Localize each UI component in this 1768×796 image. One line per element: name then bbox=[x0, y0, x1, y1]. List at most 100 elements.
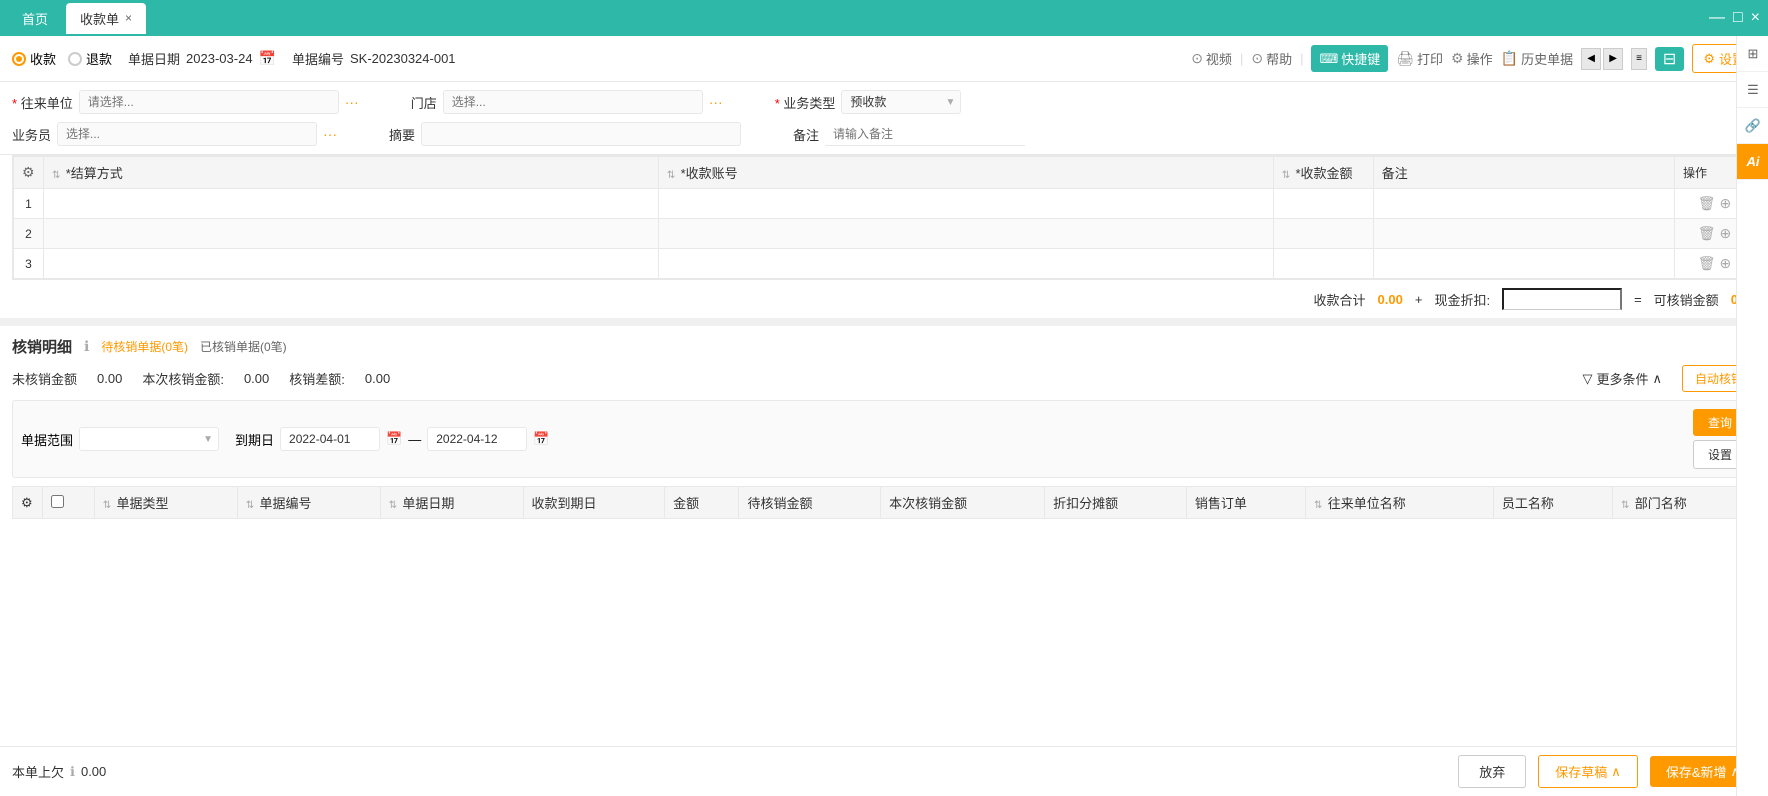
bt-gear-icon[interactable]: ⚙ bbox=[21, 495, 33, 510]
discount-label: 现金折扣: bbox=[1434, 290, 1490, 309]
tab-home[interactable]: 首页 bbox=[8, 3, 62, 34]
save-draft-button[interactable]: 保存草稿 ∧ bbox=[1538, 755, 1638, 788]
row-3-account[interactable] bbox=[658, 249, 1273, 279]
row-3-amount[interactable] bbox=[1273, 249, 1373, 279]
bt-th-type: ⇅ 单据类型 bbox=[94, 487, 237, 519]
table-row: 2 🗑 ⊕ bbox=[14, 219, 1755, 249]
row-2-remark[interactable] bbox=[1373, 219, 1674, 249]
unreconciled-value: 0.00 bbox=[97, 371, 122, 386]
store-ellipsis[interactable]: ··· bbox=[709, 94, 723, 110]
sort-number-icon: ⇅ bbox=[246, 500, 254, 511]
biz-type-label: * 业务类型 bbox=[775, 93, 836, 112]
calendar-icon[interactable]: 📅 bbox=[259, 50, 276, 67]
row-1-remark[interactable] bbox=[1373, 189, 1674, 219]
row-3-settlement[interactable] bbox=[44, 249, 659, 279]
summary-input[interactable] bbox=[421, 122, 741, 146]
sidebar-icon-3[interactable]: 🔗 bbox=[1737, 108, 1768, 144]
bt-th-dept: ⇅ 部门名称 bbox=[1613, 487, 1756, 519]
th-gear: ⚙ bbox=[14, 157, 44, 189]
number-field: 单据编号 SK-20230324-001 bbox=[292, 49, 456, 68]
partner-ellipsis[interactable]: ··· bbox=[345, 94, 359, 110]
bt-th-discount: 折扣分摊额 bbox=[1045, 487, 1187, 519]
shortcut-action[interactable]: ⌨ 快捷键 bbox=[1311, 45, 1388, 72]
table-row: 3 🗑 ⊕ bbox=[14, 249, 1755, 279]
date-dash: — bbox=[408, 432, 421, 447]
row-1-copy-icon[interactable]: ⊕ bbox=[1720, 195, 1732, 212]
due-date-filter: 到期日 📅 — 📅 bbox=[235, 427, 549, 451]
row-1-delete-icon[interactable]: 🗑 bbox=[1698, 195, 1716, 212]
history-action[interactable]: 📋 历史单据 bbox=[1501, 49, 1573, 68]
help-icon: ⊙ bbox=[1251, 50, 1263, 67]
table-gear-icon[interactable]: ⚙ bbox=[22, 164, 35, 180]
remark-input[interactable] bbox=[825, 123, 1025, 146]
filter-icon: ▽ bbox=[1582, 371, 1592, 387]
range-label: 单据范围 bbox=[21, 430, 73, 449]
filter-row: 单据范围 ▼ 到期日 📅 — 📅 查询 设置 bbox=[12, 400, 1756, 478]
print-action[interactable]: 🖨 打印 bbox=[1396, 49, 1443, 68]
row-num-2: 2 bbox=[14, 219, 44, 249]
form-row-1: * 往来单位 ··· 门店 ··· * 业务类型 预收款 ▼ bbox=[12, 90, 1756, 114]
last-order-icon[interactable]: ℹ bbox=[70, 764, 75, 780]
total-label: 收款合计 bbox=[1314, 290, 1366, 309]
nav-next[interactable]: ▶ bbox=[1603, 48, 1623, 70]
view-toggle-btn[interactable]: ⊟ bbox=[1655, 47, 1684, 71]
operations-label: 操作 bbox=[1467, 49, 1493, 68]
video-action[interactable]: ⊙ 视频 bbox=[1191, 49, 1232, 68]
shortcut-icon: ⌨ bbox=[1319, 51, 1338, 67]
pending-tab[interactable]: 待核销单据(0笔) bbox=[101, 338, 188, 355]
staff-ellipsis[interactable]: ··· bbox=[323, 126, 337, 142]
row-2-account[interactable] bbox=[658, 219, 1273, 249]
row-1-amount[interactable] bbox=[1273, 189, 1373, 219]
recon-header: 核销明细 ℹ 待核销单据(0笔) 已核销单据(0笔) bbox=[12, 336, 1756, 357]
radio-receive[interactable]: 收款 bbox=[12, 49, 56, 68]
discount-input[interactable] bbox=[1502, 288, 1622, 310]
th-remark: 备注 bbox=[1373, 157, 1674, 189]
recon-info-icon[interactable]: ℹ bbox=[84, 338, 89, 355]
row-num-1: 1 bbox=[14, 189, 44, 219]
row-1-settlement[interactable] bbox=[44, 189, 659, 219]
window-minimize-icon[interactable]: — bbox=[1709, 9, 1725, 27]
tab-receipts-label: 收款单 bbox=[80, 9, 119, 28]
row-3-remark[interactable] bbox=[1373, 249, 1674, 279]
sidebar-icon-1[interactable]: ⊞ bbox=[1737, 36, 1768, 72]
bt-select-all[interactable] bbox=[51, 495, 64, 508]
due-date-to[interactable] bbox=[427, 427, 527, 451]
bt-th-checkbox bbox=[43, 487, 95, 519]
bt-th-pending: 待核销金额 bbox=[739, 487, 881, 519]
biz-type-select[interactable]: 预收款 bbox=[841, 90, 961, 114]
tab-receipts[interactable]: 收款单 × bbox=[66, 3, 146, 34]
window-controls: — □ × bbox=[1709, 9, 1760, 27]
calendar-from-icon[interactable]: 📅 bbox=[386, 431, 402, 447]
calendar-to-icon[interactable]: 📅 bbox=[533, 431, 549, 447]
tab-close-icon[interactable]: × bbox=[125, 11, 132, 25]
row-2-settlement[interactable] bbox=[44, 219, 659, 249]
discard-button[interactable]: 放弃 bbox=[1458, 755, 1526, 788]
operations-action[interactable]: ⚙ 操作 bbox=[1451, 49, 1493, 68]
staff-field: 业务员 ··· bbox=[12, 122, 337, 146]
more-conditions-btn[interactable]: ▽ 更多条件 ∧ bbox=[1582, 369, 1662, 388]
row-2-delete-icon[interactable]: 🗑 bbox=[1698, 225, 1716, 242]
sidebar-icon-2[interactable]: ☰ bbox=[1737, 72, 1768, 108]
due-date-from[interactable] bbox=[280, 427, 380, 451]
row-1-account[interactable] bbox=[658, 189, 1273, 219]
staff-input[interactable] bbox=[57, 122, 317, 146]
help-action[interactable]: ⊙ 帮助 bbox=[1251, 49, 1292, 68]
radio-refund[interactable]: 退款 bbox=[68, 49, 112, 68]
row-3-delete-icon[interactable]: 🗑 bbox=[1698, 255, 1716, 272]
row-2-amount[interactable] bbox=[1273, 219, 1373, 249]
due-date-label: 到期日 bbox=[235, 430, 274, 449]
done-tab[interactable]: 已核销单据(0笔) bbox=[200, 338, 287, 355]
partner-input[interactable] bbox=[79, 90, 339, 114]
window-close-icon[interactable]: × bbox=[1751, 9, 1760, 27]
row-2-copy-icon[interactable]: ⊕ bbox=[1720, 225, 1732, 242]
window-maximize-icon[interactable]: □ bbox=[1733, 9, 1743, 27]
sort-amount-icon: ⇅ bbox=[1282, 170, 1290, 181]
nav-list[interactable]: ≡ bbox=[1631, 48, 1647, 70]
sidebar-icon-4[interactable]: Ai bbox=[1737, 144, 1768, 180]
nav-prev[interactable]: ◀ bbox=[1581, 48, 1601, 70]
store-input[interactable] bbox=[443, 90, 703, 114]
row-3-copy-icon[interactable]: ⊕ bbox=[1720, 255, 1732, 272]
chevron-up-icon: ∧ bbox=[1652, 371, 1662, 387]
range-select[interactable] bbox=[79, 427, 219, 451]
plus-sign: + bbox=[1415, 292, 1423, 307]
